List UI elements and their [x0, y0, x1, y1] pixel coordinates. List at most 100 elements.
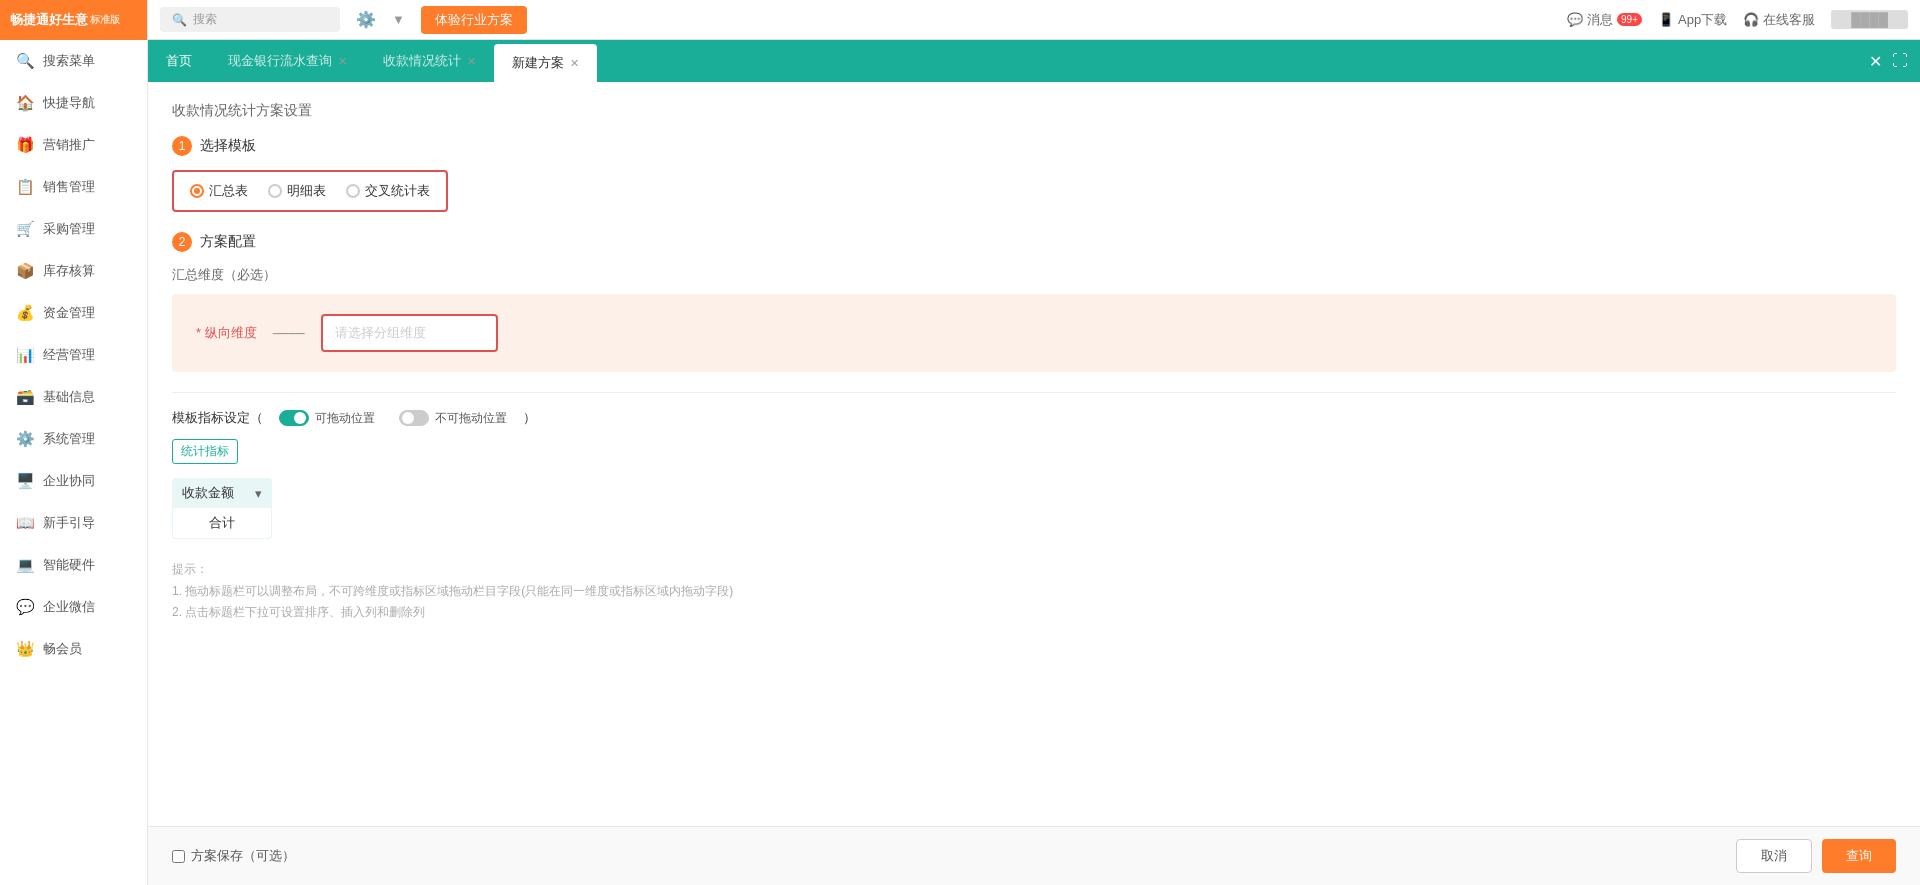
sidebar-label-wechat: 企业微信 — [43, 598, 95, 616]
search-box[interactable]: 🔍 搜索 — [160, 7, 340, 32]
tab-stats[interactable]: 收款情况统计 ✕ — [365, 40, 494, 82]
logo-text: 畅捷通好生意 — [10, 11, 88, 29]
step2-num: 2 — [172, 232, 192, 252]
step1-header: 1 选择模板 — [172, 136, 1896, 156]
save-plan-checkbox[interactable]: 方案保存（可选） — [172, 847, 295, 865]
sidebar-item-marketing[interactable]: 🎁 营销推广 — [0, 124, 147, 166]
non-draggable-toggle-box[interactable] — [399, 410, 429, 426]
footer-actions: 取消 查询 — [1736, 839, 1896, 873]
radio-summary-dot — [190, 184, 204, 198]
step2-header: 2 方案配置 — [172, 232, 1896, 252]
topbar-search-text: 搜索 — [193, 11, 217, 28]
radio-summary[interactable]: 汇总表 — [190, 182, 248, 200]
step1-num: 1 — [172, 136, 192, 156]
dim-placeholder: 请选择分组维度 — [335, 324, 426, 342]
topbar-dropdown-icon[interactable]: ▼ — [392, 12, 405, 27]
radio-detail-dot — [268, 184, 282, 198]
tab-stats-label: 收款情况统计 — [383, 52, 461, 70]
non-draggable-toggle[interactable]: 不可拖动位置 — [399, 410, 507, 427]
metrics-card: 收款金额 ▾ 合计 — [172, 478, 272, 539]
dim-select[interactable]: 请选择分组维度 — [321, 314, 498, 352]
sidebar-item-system[interactable]: ⚙️ 系统管理 — [0, 418, 147, 460]
chat-icon: 💬 — [16, 598, 35, 616]
sidebar-label-nav: 快捷导航 — [43, 94, 95, 112]
tab-bank-label: 现金银行流水查询 — [228, 52, 332, 70]
search-icon: 🔍 — [16, 52, 35, 70]
close-window-icon[interactable]: ✕ — [1869, 52, 1882, 71]
toggle-knob — [294, 412, 306, 424]
metrics-section: 模板指标设定（ 可拖动位置 不可拖 — [172, 392, 1896, 539]
save-checkbox-input[interactable] — [172, 850, 185, 863]
topbar-search-icon: 🔍 — [172, 13, 187, 27]
download-btn[interactable]: 📱 App下载 — [1658, 11, 1727, 29]
dimension-box: * 纵向维度 —— 请选择分组维度 — [172, 294, 1896, 372]
sidebar-item-nav[interactable]: 🏠 快捷导航 — [0, 82, 147, 124]
expand-icon[interactable]: ⛶ — [1892, 52, 1908, 70]
topbar-actions: 💬 消息 99+ 📱 App下载 🎧 在线客服 ████ — [1567, 10, 1908, 29]
sidebar-label-search: 搜索菜单 — [43, 52, 95, 70]
query-btn[interactable]: 查询 — [1822, 839, 1896, 873]
message-icon: 💬 — [1567, 12, 1583, 27]
summary-dim-title: 汇总维度（必选） — [172, 266, 1896, 284]
database-icon: 🗃️ — [16, 388, 35, 406]
sidebar-item-sales[interactable]: 📋 销售管理 — [0, 166, 147, 208]
tab-new-plan-close[interactable]: ✕ — [570, 57, 579, 70]
radio-cross[interactable]: 交叉统计表 — [346, 182, 430, 200]
tab-bank-close[interactable]: ✕ — [338, 55, 347, 68]
tab-home[interactable]: 首页 — [148, 40, 210, 82]
topbar-gear-icon[interactable]: ⚙️ — [356, 10, 376, 29]
sidebar-item-purchase[interactable]: 🛒 采购管理 — [0, 208, 147, 250]
sidebar-item-search[interactable]: 🔍 搜索菜单 — [0, 40, 147, 82]
save-plan-label: 方案保存（可选） — [191, 847, 295, 865]
sidebar-item-operation[interactable]: 📊 经营管理 — [0, 334, 147, 376]
sidebar-label-finance: 资金管理 — [43, 304, 95, 322]
radio-detail[interactable]: 明细表 — [268, 182, 326, 200]
hardware-icon: 💻 — [16, 556, 35, 574]
book-icon: 📖 — [16, 514, 35, 532]
arrow-icon: —— — [273, 324, 305, 342]
gift-icon: 🎁 — [16, 136, 35, 154]
step2-label: 方案配置 — [200, 233, 256, 251]
clipboard-icon: 📋 — [16, 178, 35, 196]
home-icon: 🏠 — [16, 94, 35, 112]
sidebar-label-coop: 企业协同 — [43, 472, 95, 490]
sidebar-item-inventory[interactable]: 📦 库存核算 — [0, 250, 147, 292]
sidebar-label-guide: 新手引导 — [43, 514, 95, 532]
content-inner: 收款情况统计方案设置 1 选择模板 汇总表 明细表 — [148, 82, 1920, 826]
sidebar-item-guide[interactable]: 📖 新手引导 — [0, 502, 147, 544]
dimension-row: * 纵向维度 —— 请选择分组维度 — [196, 314, 1872, 352]
sidebar-item-wechat[interactable]: 💬 企业微信 — [0, 586, 147, 628]
sidebar-label-inventory: 库存核算 — [43, 262, 95, 280]
config-section: 汇总维度（必选） * 纵向维度 —— 请选择分组维度 — [172, 266, 1896, 624]
sidebar-item-basic[interactable]: 🗃️ 基础信息 — [0, 376, 147, 418]
tab-bank[interactable]: 现金银行流水查询 ✕ — [210, 40, 365, 82]
sidebar-item-finance[interactable]: 💰 资金管理 — [0, 292, 147, 334]
sidebar-label-member: 畅会员 — [43, 640, 82, 658]
download-label: App下载 — [1678, 11, 1727, 29]
user-info[interactable]: ████ — [1831, 10, 1908, 29]
support-btn[interactable]: 🎧 在线客服 — [1743, 11, 1815, 29]
draggable-toggle-box[interactable] — [279, 410, 309, 426]
download-icon: 📱 — [1658, 12, 1674, 27]
sidebar-label-basic: 基础信息 — [43, 388, 95, 406]
support-icon: 🎧 — [1743, 12, 1759, 27]
radio-cross-label: 交叉统计表 — [365, 182, 430, 200]
notification-btn[interactable]: 💬 消息 99+ — [1567, 11, 1642, 29]
draggable-toggle[interactable]: 可拖动位置 — [279, 410, 375, 427]
metrics-setting-label: 模板指标设定（ — [172, 409, 263, 427]
sidebar-item-member[interactable]: 👑 畅会员 — [0, 628, 147, 670]
tab-new-plan-label: 新建方案 — [512, 54, 564, 72]
template-options: 汇总表 明细表 交叉统计表 — [172, 170, 448, 212]
hint-line2: 2. 点击标题栏下拉可设置排序、插入列和删除列 — [172, 602, 1896, 624]
metrics-card-body: 合计 — [173, 508, 271, 538]
draggable-label: 可拖动位置 — [315, 410, 375, 427]
tab-new-plan[interactable]: 新建方案 ✕ — [494, 44, 597, 82]
sidebar-item-coop[interactable]: 🖥️ 企业协同 — [0, 460, 147, 502]
tab-stats-close[interactable]: ✕ — [467, 55, 476, 68]
sidebar-label-sales: 销售管理 — [43, 178, 95, 196]
metrics-dropdown-icon[interactable]: ▾ — [255, 486, 262, 501]
industry-btn[interactable]: 体验行业方案 — [421, 6, 527, 34]
sidebar-item-hardware[interactable]: 💻 智能硬件 — [0, 544, 147, 586]
cancel-btn[interactable]: 取消 — [1736, 839, 1812, 873]
user-name: ████ — [1831, 10, 1908, 29]
